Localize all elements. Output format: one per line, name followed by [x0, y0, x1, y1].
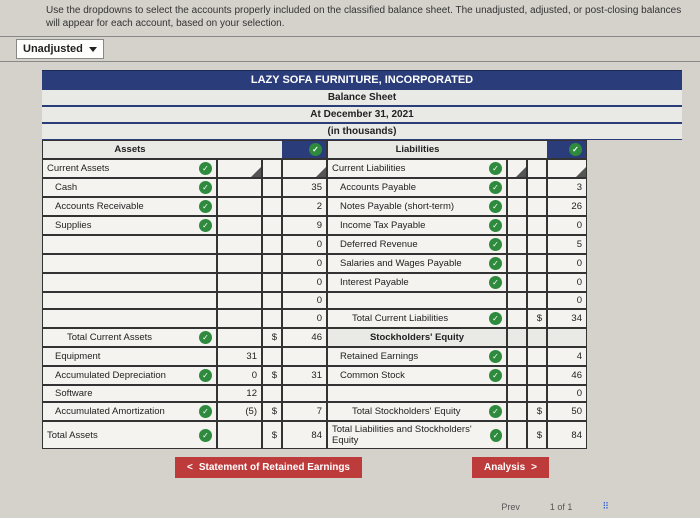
check-icon: ✓ — [489, 162, 502, 175]
row-total-ca: Total Current Assets✓ — [42, 328, 217, 347]
footer-nav: < Statement of Retained Earnings Analysi… — [42, 457, 682, 478]
check-icon: ✓ — [199, 219, 212, 232]
grid-icon[interactable]: ⠿ — [602, 501, 610, 512]
check-icon: ✓ — [199, 200, 212, 213]
tab-label: Unadjusted — [23, 43, 83, 55]
row-total-cl: Total Current Liabilities✓ — [327, 309, 507, 328]
dr-value[interactable]: 5 — [547, 235, 587, 254]
prev-statement-button[interactable]: < Statement of Retained Earnings — [175, 457, 362, 478]
check-icon: ✓ — [199, 181, 212, 194]
itp-value[interactable]: 0 — [547, 216, 587, 235]
check-icon: ✓ — [489, 200, 502, 213]
check-icon: ✓ — [489, 369, 502, 382]
row-np[interactable]: Notes Payable (short-term)✓ — [327, 197, 507, 216]
row-total-se: Total Stockholders' Equity✓ — [327, 402, 507, 421]
check-icon: ✓ — [199, 162, 212, 175]
ip-value[interactable]: 0 — [547, 273, 587, 292]
check-icon: ✓ — [309, 143, 322, 156]
prev-label[interactable]: Prev — [501, 502, 520, 512]
page-indicator: 1 of 1 — [550, 502, 573, 512]
row-cash[interactable]: Cash✓ — [42, 178, 217, 197]
row-accamort[interactable]: Accumulated Amortization✓ — [42, 402, 217, 421]
row-accdep[interactable]: Accumulated Depreciation✓ — [42, 366, 217, 385]
row-equipment[interactable]: Equipment — [42, 347, 217, 366]
row-ap[interactable]: Accounts Payable✓ — [327, 178, 507, 197]
chevron-right-icon: > — [531, 462, 537, 473]
instructions-text: Use the dropdowns to select the accounts… — [0, 0, 700, 36]
check-icon: ✓ — [199, 405, 212, 418]
row-current-liabilities[interactable]: Current Liabilities✓ — [327, 159, 507, 178]
caret-down-icon — [89, 47, 97, 52]
row-re[interactable]: Retained Earnings✓ — [327, 347, 507, 366]
cs-value[interactable]: 46 — [547, 366, 587, 385]
check-icon: ✓ — [490, 429, 502, 442]
check-icon: ✓ — [199, 331, 212, 344]
software-value[interactable]: 12 — [217, 385, 262, 402]
dropdown-corner-icon — [316, 167, 326, 177]
check-icon: ✓ — [489, 276, 502, 289]
row-swp[interactable]: Salaries and Wages Payable✓ — [327, 254, 507, 273]
check-icon: ✓ — [489, 219, 502, 232]
supplies-value[interactable]: 9 — [282, 216, 327, 235]
dropdown-corner-icon — [516, 167, 526, 177]
accdep-value[interactable]: 0 — [217, 366, 262, 385]
np-value[interactable]: 26 — [547, 197, 587, 216]
total-se-value: 50 — [547, 402, 587, 421]
chevron-left-icon: < — [187, 462, 193, 473]
row-current-assets[interactable]: Current Assets✓ — [42, 159, 217, 178]
tab-row: Unadjusted — [0, 36, 700, 62]
row-total-assets: Total Assets✓ — [42, 421, 217, 449]
row-blank[interactable] — [42, 235, 217, 254]
check-icon: ✓ — [199, 429, 212, 442]
balance-type-tab[interactable]: Unadjusted — [16, 39, 104, 59]
total-lse-value: 84 — [547, 421, 587, 449]
accdep-total: 31 — [282, 366, 327, 385]
sheet-units: (in thousands) — [42, 123, 682, 140]
total-ca-value: 46 — [282, 328, 327, 347]
row-itp[interactable]: Income Tax Payable✓ — [327, 216, 507, 235]
check-icon: ✓ — [489, 257, 502, 270]
row-software[interactable]: Software — [42, 385, 217, 402]
row-supplies[interactable]: Supplies✓ — [42, 216, 217, 235]
row-ar[interactable]: Accounts Receivable✓ — [42, 197, 217, 216]
company-name: LAZY SOFA FURNITURE, INCORPORATED — [42, 70, 682, 89]
balance-grid: Assets ✓ Liabilities ✓ Current Assets✓ C… — [42, 140, 682, 449]
sheet-date: At December 31, 2021 — [42, 106, 682, 123]
liabilities-header: Liabilities — [327, 140, 507, 159]
check-icon: ✓ — [489, 312, 502, 325]
row-cs[interactable]: Common Stock✓ — [327, 366, 507, 385]
accamort-value[interactable]: (5) — [217, 402, 262, 421]
dropdown-corner-icon — [251, 167, 261, 177]
check-icon: ✓ — [199, 369, 212, 382]
balance-sheet: LAZY SOFA FURNITURE, INCORPORATED Balanc… — [0, 62, 700, 478]
sheet-title: Balance Sheet — [42, 89, 682, 106]
check-icon: ✓ — [489, 405, 502, 418]
check-icon: ✓ — [489, 238, 502, 251]
total-assets-value: 84 — [282, 421, 327, 449]
ar-value[interactable]: 2 — [282, 197, 327, 216]
row-total-lse: Total Liabilities and Stockholders' Equi… — [327, 421, 507, 449]
re-value[interactable]: 4 — [547, 347, 587, 366]
accamort-total: 7 — [282, 402, 327, 421]
equipment-value[interactable]: 31 — [217, 347, 262, 366]
ap-value[interactable]: 3 — [547, 178, 587, 197]
dropdown-corner-icon — [576, 167, 586, 177]
row-dr[interactable]: Deferred Revenue✓ — [327, 235, 507, 254]
next-analysis-button[interactable]: Analysis > — [472, 457, 549, 478]
check-icon: ✓ — [489, 350, 502, 363]
row-ip[interactable]: Interest Payable✓ — [327, 273, 507, 292]
equity-header: Stockholders' Equity — [327, 328, 507, 347]
check-icon: ✓ — [489, 181, 502, 194]
cash-value[interactable]: 35 — [282, 178, 327, 197]
check-icon: ✓ — [569, 143, 582, 156]
total-cl-value: 34 — [547, 309, 587, 328]
bottom-strip: Prev 1 of 1 ⠿ — [501, 501, 610, 512]
assets-header: Assets — [42, 140, 217, 159]
swp-value[interactable]: 0 — [547, 254, 587, 273]
